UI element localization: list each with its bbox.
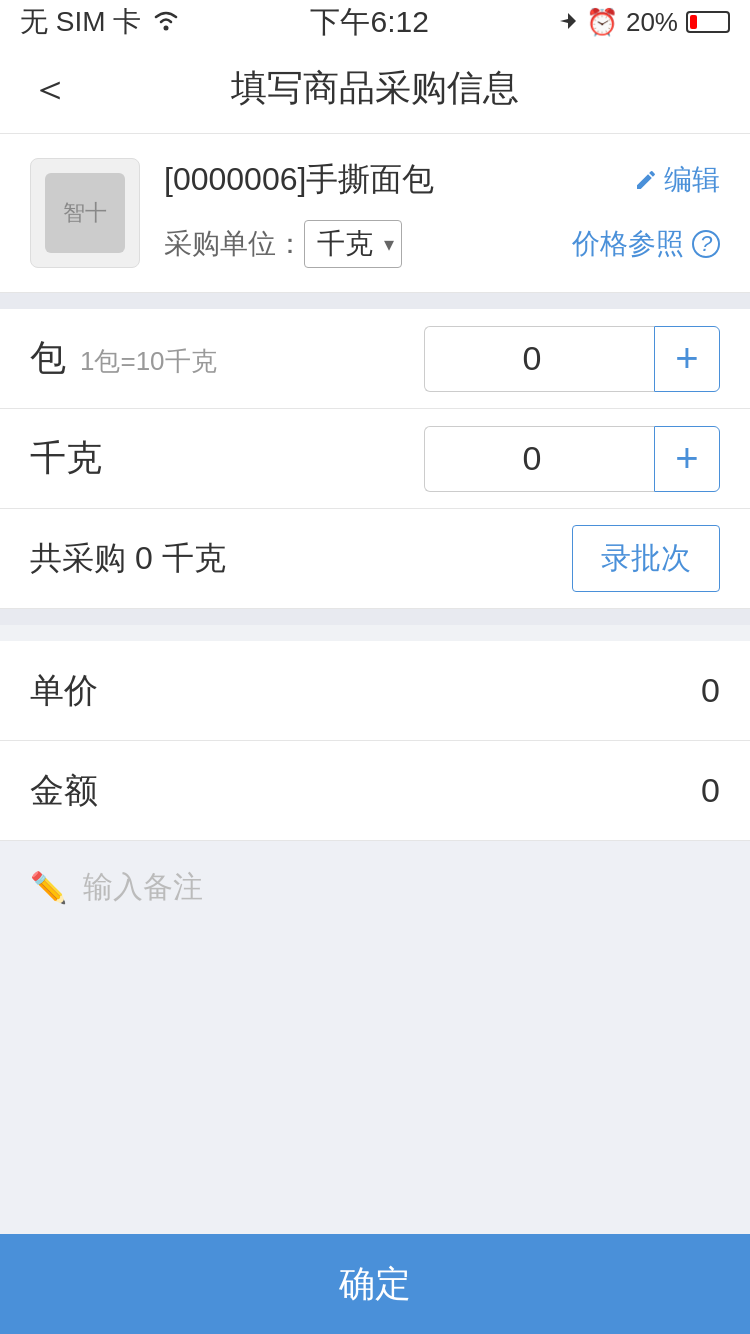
package-plus-button[interactable]: + [654, 326, 720, 392]
alarm-icon: ⏰ [586, 7, 618, 38]
confirm-button[interactable]: 确定 [0, 1234, 750, 1334]
kg-label: 千克 [30, 434, 102, 483]
unit-price-row: 单价 0 [0, 641, 750, 741]
status-right: ⏰ 20% [558, 7, 730, 38]
package-label-group: 包 1包=10千克 [30, 334, 217, 383]
amount-value: 0 [701, 771, 720, 810]
product-card: 智十 [0000006]手撕面包 编辑 采购单位： 千克 ▾ [0, 134, 750, 293]
package-label: 包 [30, 334, 66, 383]
section-divider-1 [0, 293, 750, 309]
nav-bar: ＜ 填写商品采购信息 [0, 44, 750, 134]
unit-label: 采购单位： [164, 225, 304, 263]
product-info: [0000006]手撕面包 编辑 采购单位： 千克 ▾ 价格 [164, 158, 720, 268]
product-header: [0000006]手撕面包 编辑 [164, 158, 720, 202]
logo-text: 智十 [63, 198, 107, 228]
amount-row: 金额 0 [0, 741, 750, 841]
price-reference-button[interactable]: 价格参照 ? [572, 225, 720, 263]
status-bar: 无 SIM 卡 下午6:12 ⏰ 20% [0, 0, 750, 44]
empty-space [0, 934, 750, 1234]
edit-label: 编辑 [664, 161, 720, 199]
edit-button[interactable]: 编辑 [634, 161, 720, 199]
price-ref-label: 价格参照 [572, 225, 684, 263]
unit-price-value: 0 [701, 671, 720, 710]
battery-icon [686, 11, 730, 33]
kg-input-row: 千克 + [0, 409, 750, 509]
summary-row: 共采购 0 千克 录批次 [0, 509, 750, 609]
amount-label: 金额 [30, 768, 98, 814]
svg-point-0 [164, 26, 169, 31]
unit-select-wrap: 采购单位： 千克 ▾ [164, 220, 402, 268]
carrier-label: 无 SIM 卡 [20, 3, 141, 41]
package-input[interactable] [424, 326, 654, 392]
product-name: [0000006]手撕面包 [164, 158, 434, 202]
info-section: 单价 0 金额 0 [0, 641, 750, 841]
product-unit: 采购单位： 千克 ▾ 价格参照 ? [164, 220, 720, 268]
kg-plus-button[interactable]: + [654, 426, 720, 492]
section-divider-2 [0, 609, 750, 625]
page-title: 填写商品采购信息 [231, 64, 519, 113]
kg-input-group: + [424, 426, 720, 492]
summary-text: 共采购 0 千克 [30, 537, 226, 581]
status-time: 下午6:12 [310, 2, 428, 43]
batch-button[interactable]: 录批次 [572, 525, 720, 592]
location-icon [558, 7, 578, 38]
chevron-down-icon: ▾ [384, 232, 394, 256]
info-icon: ? [692, 230, 720, 258]
notes-placeholder: 输入备注 [83, 867, 203, 908]
wifi-icon [151, 6, 181, 38]
unit-price-label: 单价 [30, 668, 98, 714]
kg-input[interactable] [424, 426, 654, 492]
unit-dropdown[interactable]: 千克 ▾ [304, 220, 402, 268]
back-button[interactable]: ＜ [30, 61, 70, 116]
notes-section[interactable]: ✏️ 输入备注 [0, 841, 750, 934]
product-image: 智十 [30, 158, 140, 268]
quantity-section: 包 1包=10千克 + 千克 + 共采购 0 千克 录批次 [0, 309, 750, 609]
pencil-icon: ✏️ [30, 870, 67, 905]
product-logo: 智十 [45, 173, 125, 253]
battery-percent: 20% [626, 7, 678, 38]
kg-label-group: 千克 [30, 434, 102, 483]
status-left: 无 SIM 卡 [20, 3, 181, 41]
package-input-row: 包 1包=10千克 + [0, 309, 750, 409]
package-sub-label: 1包=10千克 [80, 344, 217, 379]
package-input-group: + [424, 326, 720, 392]
